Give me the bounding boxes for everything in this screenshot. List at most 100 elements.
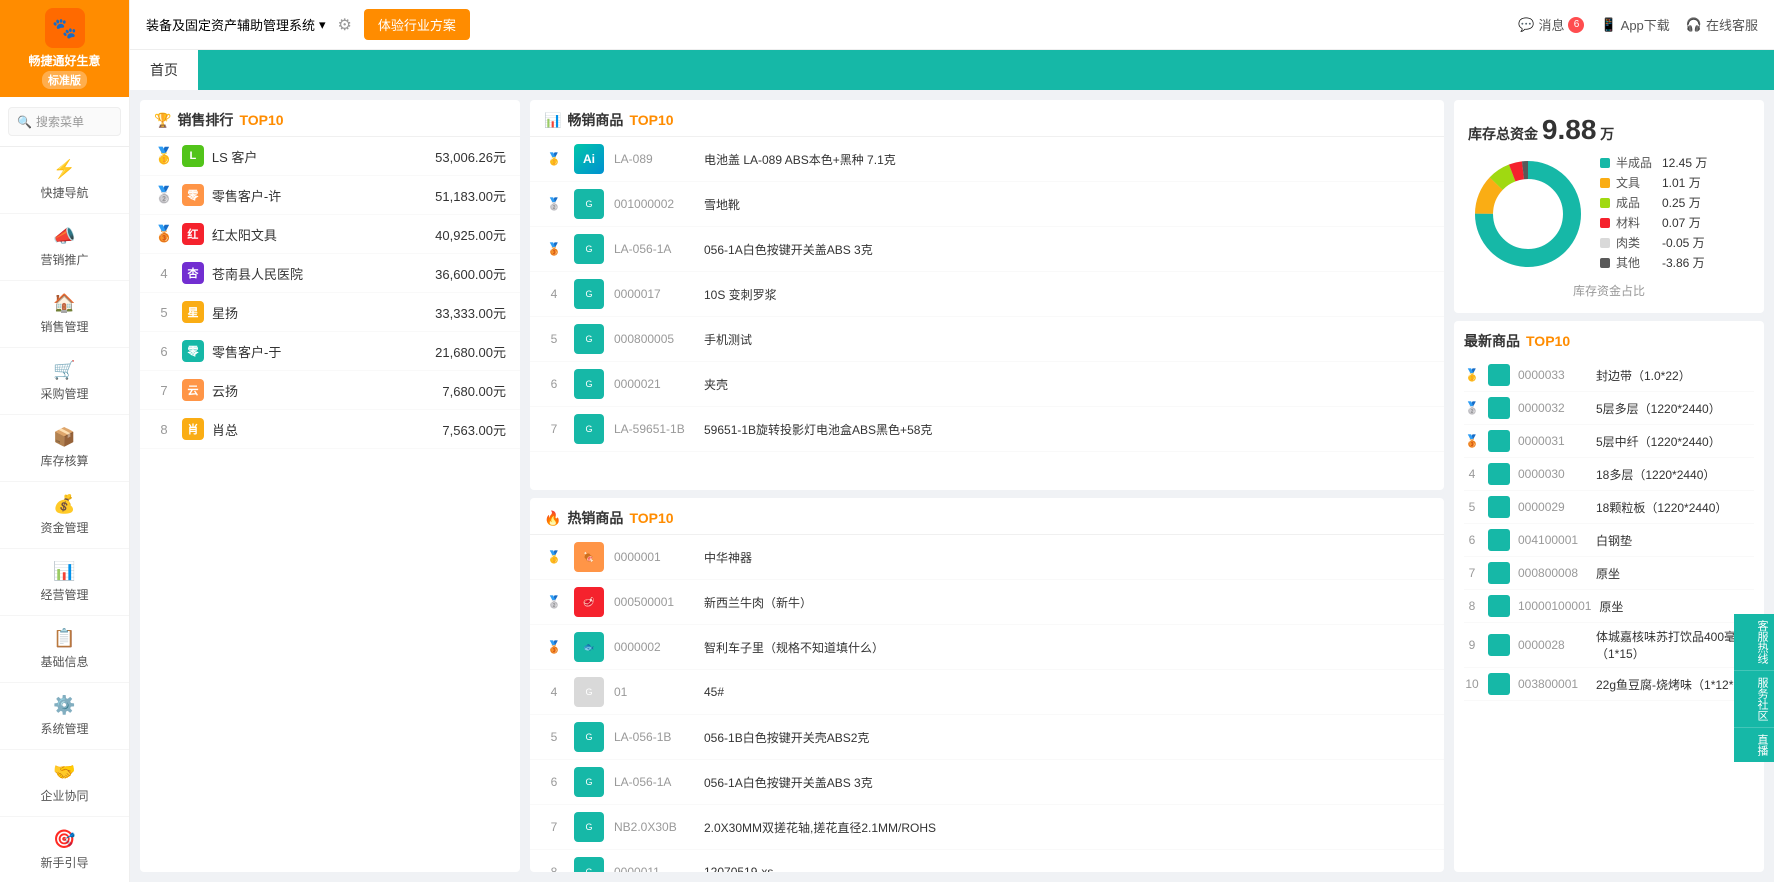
- np-img-10: [1488, 673, 1510, 695]
- sidebar-item-quicknav[interactable]: ⚡ 快捷导航: [0, 147, 129, 214]
- top-product-item-4: 4 G 0000017 10S 变刺罗浆: [530, 272, 1444, 317]
- rank-item-8: 8 肖 肖总 7,563.00元: [140, 410, 520, 449]
- top-products-top10: TOP10: [629, 112, 673, 128]
- sidebar-item-collab[interactable]: 🤝 企业协同: [0, 750, 129, 817]
- sidebar-item-operations[interactable]: 📊 经营管理: [0, 549, 129, 616]
- sidebar-item-guide[interactable]: 🎯 新手引导: [0, 817, 129, 882]
- float-service-btn-2[interactable]: 服务社区: [1734, 671, 1774, 728]
- app-name: 畅捷通好生意: [28, 52, 100, 69]
- message-action[interactable]: 💬 消息 6: [1518, 15, 1584, 34]
- hot-products-panel: 🔥 热销商品 TOP10 🥇 🍖 0000001 中华神器 🥈 🥩 000500…: [530, 498, 1444, 872]
- chevron-down-icon: ▾: [319, 17, 326, 33]
- top-product-code-6: 0000021: [614, 377, 694, 391]
- np-name-7: 原坐: [1596, 565, 1754, 582]
- operations-icon: 📊: [53, 561, 75, 582]
- top-product-code-4: 0000017: [614, 287, 694, 301]
- top-product-name-2: 雪地靴: [704, 196, 1430, 213]
- np-img-5: [1488, 496, 1510, 518]
- rank-item-3: 🥉 红 红太阳文具 40,925.00元: [140, 215, 520, 254]
- rank-num-8: 8: [154, 422, 174, 437]
- np-code-2: 0000032: [1518, 401, 1588, 415]
- top-product-item-1: 🥇 Ai LA-089 电池盖 LA-089 ABS本色+黑种 7.1克: [530, 137, 1444, 182]
- np-code-5: 0000029: [1518, 500, 1588, 514]
- rank-badge-2: 零: [182, 184, 204, 206]
- search-menu-button[interactable]: 🔍 搜索菜单: [8, 107, 121, 136]
- experience-btn[interactable]: 体验行业方案: [364, 9, 470, 40]
- np-name-6: 白钢垫: [1596, 532, 1754, 549]
- np-name-9: 体城嘉核味苏打饮品400毫升（1*15）: [1596, 628, 1754, 662]
- sidebar-item-marketing[interactable]: 📣 营销推广: [0, 214, 129, 281]
- donut-chart: [1468, 154, 1588, 274]
- new-product-item-5: 5 0000029 18颗粒板（1220*2440）: [1464, 491, 1754, 524]
- rank-num-4: 4: [154, 266, 174, 281]
- legend-color-5: [1600, 258, 1610, 268]
- hot-products-top10: TOP10: [629, 510, 673, 526]
- sidebar-item-sales[interactable]: 🏠 销售管理: [0, 281, 129, 348]
- np-rank-7: 7: [1464, 566, 1480, 580]
- marketing-icon: 📣: [53, 226, 75, 247]
- top-products-title: 畅销商品: [567, 110, 623, 130]
- rank-item-4: 4 杏 苍南县人民医院 36,600.00元: [140, 254, 520, 293]
- new-product-item-1: 🥇 0000033 封边带（1.0*22）: [1464, 359, 1754, 392]
- hot-product-name-5: 056-1B白色按键开关壳ABS2克: [704, 729, 1430, 746]
- rank-value-4: 36,600.00元: [435, 264, 506, 283]
- sales-icon: 🏠: [53, 293, 75, 314]
- new-product-item-9: 9 0000028 体城嘉核味苏打饮品400毫升（1*15）: [1464, 623, 1754, 668]
- online-service-action[interactable]: 🎧 在线客服: [1686, 15, 1758, 34]
- top-product-img-2: G: [574, 189, 604, 219]
- app-download-action[interactable]: 📱 App下载: [1600, 15, 1669, 34]
- np-code-8: 10000100001: [1518, 599, 1591, 613]
- new-product-item-4: 4 0000030 18多层（1220*2440）: [1464, 458, 1754, 491]
- sidebar-item-basic-info[interactable]: 📋 基础信息: [0, 616, 129, 683]
- rank-item-1: 🥇 L LS 客户 53,006.26元: [140, 137, 520, 176]
- sales-ranking-title: 销售排行: [177, 110, 233, 130]
- main-content: 🏆 销售排行 TOP10 🥇 L LS 客户 53,006.26元 🥈 零 零售…: [130, 90, 1774, 882]
- rank-badge-8: 肖: [182, 418, 204, 440]
- rank-name-2: 零售客户-许: [212, 186, 427, 205]
- hot-product-code-8: 0000011: [614, 865, 694, 872]
- quicknav-icon: ⚡: [53, 159, 75, 180]
- hot-product-code-6: LA-056-1A: [614, 775, 694, 789]
- np-rank-4: 4: [1464, 467, 1480, 481]
- new-product-item-8: 8 10000100001 原坐: [1464, 590, 1754, 623]
- sidebar-item-finance[interactable]: 💰 资金管理: [0, 482, 129, 549]
- rank-badge-6: 零: [182, 340, 204, 362]
- rank-name-3: 红太阳文具: [212, 225, 427, 244]
- sidebar-item-inventory[interactable]: 📦 库存核算: [0, 415, 129, 482]
- top-product-item-7: 7 G LA-59651-1B 59651-1B旋转投影灯电池盒ABS黑色+58…: [530, 407, 1444, 452]
- top-product-rank-7: 7: [544, 422, 564, 436]
- hot-product-item-2: 🥈 🥩 000500001 新西兰牛肉（新牛）: [530, 580, 1444, 625]
- hot-product-item-7: 7 G NB2.0X30B 2.0X30MM双搓花轴,搓花直径2.1MM/ROH…: [530, 805, 1444, 850]
- sidebar-item-purchase[interactable]: 🛒 采购管理: [0, 348, 129, 415]
- hot-product-img-3: 🐟: [574, 632, 604, 662]
- np-img-6: [1488, 529, 1510, 551]
- tab-home[interactable]: 首页: [130, 50, 198, 90]
- rank-item-7: 7 云 云扬 7,680.00元: [140, 371, 520, 410]
- inventory-icon: 📦: [53, 427, 75, 448]
- np-code-1: 0000033: [1518, 368, 1588, 382]
- settings-icon[interactable]: ⚙: [338, 15, 352, 35]
- sidebar-search-area: 🔍 搜索菜单: [0, 97, 129, 147]
- rank-badge-1: L: [182, 145, 204, 167]
- rank-value-1: 53,006.26元: [435, 147, 506, 166]
- top-product-code-2: 001000002: [614, 197, 694, 211]
- float-service-btn-1[interactable]: 客服热线: [1734, 614, 1774, 671]
- hot-product-code-4: 01: [614, 685, 694, 699]
- hot-product-code-5: LA-056-1B: [614, 730, 694, 744]
- new-products-top10: TOP10: [1526, 333, 1570, 349]
- rank-num-7: 7: [154, 383, 174, 398]
- system-title-select[interactable]: 装备及固定资产辅助管理系统 ▾: [146, 15, 326, 34]
- mobile-icon: 📱: [1600, 17, 1616, 33]
- np-rank-6: 6: [1464, 533, 1480, 547]
- rank-badge-4: 杏: [182, 262, 204, 284]
- purchase-icon: 🛒: [53, 360, 75, 381]
- legend-color-3: [1600, 218, 1610, 228]
- float-service-btn-3[interactable]: 直播: [1734, 728, 1774, 762]
- donut-chart-container: 半成品 12.45 万 文具 1.01 万 成品 0: [1468, 154, 1750, 274]
- sales-ranking-panel: 🏆 销售排行 TOP10 🥇 L LS 客户 53,006.26元 🥈 零 零售…: [140, 100, 520, 872]
- hot-product-item-6: 6 G LA-056-1A 056-1A白色按键开关盖ABS 3克: [530, 760, 1444, 805]
- sidebar: 🐾 畅捷通好生意 标准版 🔍 搜索菜单 ⚡ 快捷导航 📣 营销推广 🏠 销售管理…: [0, 0, 130, 882]
- medal-bronze-icon: 🥉: [154, 224, 174, 244]
- hot-products-header: 🔥 热销商品 TOP10: [530, 498, 1444, 535]
- sidebar-item-system[interactable]: ⚙️ 系统管理: [0, 683, 129, 750]
